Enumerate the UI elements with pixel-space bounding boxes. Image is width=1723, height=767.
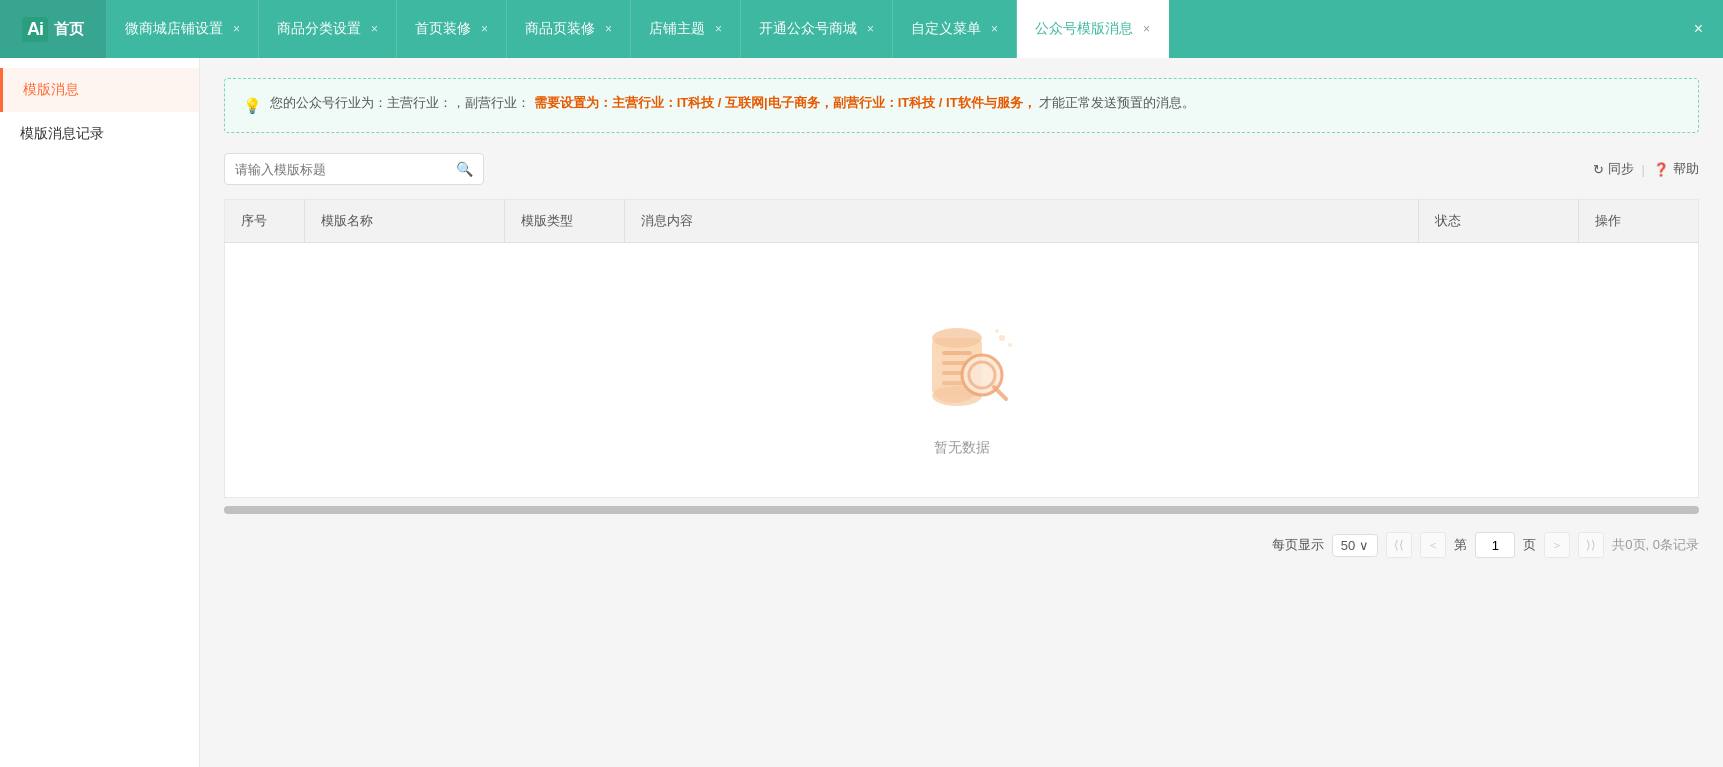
svg-point-12 <box>1008 343 1012 347</box>
toolbar-right: ↻ 同步 | ❓ 帮助 <box>1593 160 1699 178</box>
empty-illustration <box>902 303 1022 423</box>
col-header-content: 消息内容 <box>625 200 1419 243</box>
empty-text: 暂无数据 <box>934 439 990 457</box>
col-header-action: 操作 <box>1579 200 1699 243</box>
content-area: 💡 您的公众号行业为：主营行业：，副营行业： 需要设置为：主营行业：IT科技 /… <box>200 58 1723 767</box>
pagination: 每页显示 50 ∨ ⟨⟨ ＜ 第 页 ＞ ⟩⟩ 共0页, 0条记录 <box>224 522 1699 568</box>
help-button[interactable]: ❓ 帮助 <box>1653 160 1699 178</box>
nav-tab-product-page[interactable]: 商品页装修 × <box>507 0 631 58</box>
total-info: 共0页, 0条记录 <box>1612 536 1699 554</box>
nav-tab-home[interactable]: Ai 首页 <box>0 0 107 58</box>
col-header-status: 状态 <box>1419 200 1579 243</box>
main-layout: 模版消息 模版消息记录 💡 您的公众号行业为：主营行业：，副营行业： 需要设置为… <box>0 58 1723 767</box>
close-icon-template-msg[interactable]: × <box>1143 22 1150 36</box>
toolbar-divider: | <box>1642 162 1645 177</box>
sidebar: 模版消息 模版消息记录 <box>0 58 200 767</box>
close-icon-theme[interactable]: × <box>715 22 722 36</box>
col-header-type: 模版类型 <box>505 200 625 243</box>
nav-tab-category[interactable]: 商品分类设置 × <box>259 0 397 58</box>
svg-line-10 <box>994 387 1006 399</box>
last-page-button[interactable]: ⟩⟩ <box>1578 532 1604 558</box>
search-box: 🔍 <box>224 153 484 185</box>
search-input[interactable] <box>235 162 450 177</box>
col-header-name: 模版名称 <box>305 200 505 243</box>
notice-box: 💡 您的公众号行业为：主营行业：，副营行业： 需要设置为：主营行业：IT科技 /… <box>224 78 1699 133</box>
svg-rect-7 <box>942 381 964 385</box>
col-header-index: 序号 <box>225 200 305 243</box>
page-size-label: 每页显示 <box>1272 536 1324 554</box>
nav-tab-template-msg[interactable]: 公众号模版消息 × <box>1017 0 1169 58</box>
empty-state: 暂无数据 <box>225 243 1698 497</box>
page-label-second: 页 <box>1523 536 1536 554</box>
chevron-down-icon: ∨ <box>1359 538 1369 553</box>
page-size-select[interactable]: 50 ∨ <box>1332 534 1378 557</box>
horizontal-scrollbar[interactable] <box>224 506 1699 514</box>
nav-tab-shop-setting[interactable]: 微商城店铺设置 × <box>107 0 259 58</box>
close-icon-category[interactable]: × <box>371 22 378 36</box>
svg-point-11 <box>999 335 1005 341</box>
top-nav: Ai 首页 微商城店铺设置 × 商品分类设置 × 首页装修 × 商品页装修 × … <box>0 0 1723 58</box>
sync-icon: ↻ <box>1593 162 1604 177</box>
data-table: 序号 模版名称 模版类型 消息内容 状态 操作 <box>224 199 1699 498</box>
svg-point-2 <box>932 328 982 348</box>
nav-tab-open-mall[interactable]: 开通公众号商城 × <box>741 0 893 58</box>
help-icon: ❓ <box>1653 162 1669 177</box>
close-icon-homepage[interactable]: × <box>481 22 488 36</box>
prev-page-button[interactable]: ＜ <box>1420 532 1446 558</box>
search-icon[interactable]: 🔍 <box>456 161 473 177</box>
svg-rect-4 <box>942 351 972 355</box>
home-tab-label: 首页 <box>54 20 84 39</box>
nav-tab-custom-menu[interactable]: 自定义菜单 × <box>893 0 1017 58</box>
close-icon-product-page[interactable]: × <box>605 22 612 36</box>
toolbar: 🔍 ↻ 同步 | ❓ 帮助 <box>224 153 1699 185</box>
scrollbar-thumb[interactable] <box>224 506 1699 514</box>
page-number-input[interactable] <box>1475 532 1515 558</box>
sidebar-item-template-msg[interactable]: 模版消息 <box>0 68 199 112</box>
notice-icon: 💡 <box>243 94 262 118</box>
svg-point-13 <box>995 329 999 333</box>
sidebar-item-template-msg-record[interactable]: 模版消息记录 <box>0 112 199 156</box>
close-icon-open-mall[interactable]: × <box>867 22 874 36</box>
page-label-first: 第 <box>1454 536 1467 554</box>
nav-tab-homepage[interactable]: 首页装修 × <box>397 0 507 58</box>
next-page-button[interactable]: ＞ <box>1544 532 1570 558</box>
nav-tab-theme[interactable]: 店铺主题 × <box>631 0 741 58</box>
close-icon-shop-setting[interactable]: × <box>233 22 240 36</box>
sync-button[interactable]: ↻ 同步 <box>1593 160 1634 178</box>
global-close-button[interactable]: × <box>1674 0 1723 58</box>
logo-ai: Ai <box>22 17 48 42</box>
close-icon-custom-menu[interactable]: × <box>991 22 998 36</box>
first-page-button[interactable]: ⟨⟨ <box>1386 532 1412 558</box>
